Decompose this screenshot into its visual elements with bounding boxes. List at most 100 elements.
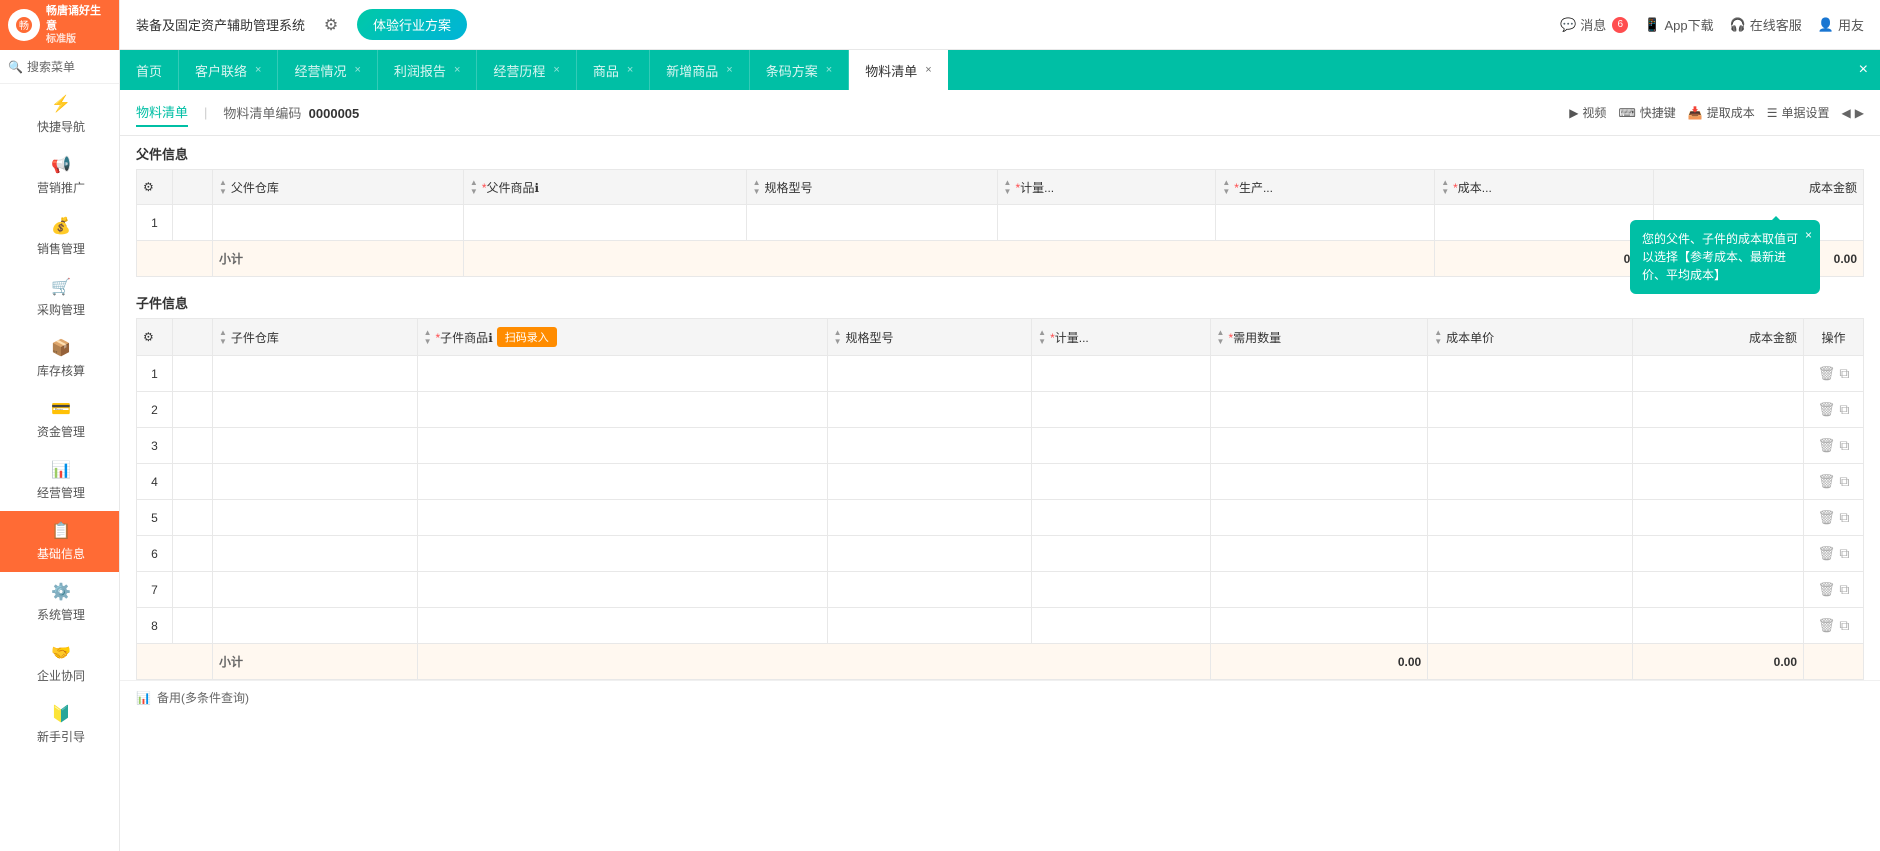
- parent-th-unit: ▲▼*计量...: [997, 170, 1216, 205]
- tab-history-close[interactable]: ×: [553, 64, 559, 76]
- settings-icon[interactable]: ⚙: [317, 11, 345, 39]
- hotkey-action[interactable]: ⌨ 快捷键: [1618, 104, 1675, 121]
- prev-icon[interactable]: ◀: [1842, 106, 1851, 120]
- copy-icon[interactable]: ⧉: [1839, 617, 1849, 634]
- message-icon: 💬: [1560, 17, 1576, 33]
- sidebar-item-guide[interactable]: 🔰 新手引导: [0, 694, 119, 755]
- sidebar-item-finance[interactable]: 💳 资金管理: [0, 389, 119, 450]
- tab-bom[interactable]: 物料清单 ×: [849, 50, 947, 90]
- doc-settings-action[interactable]: ☰ 单据设置: [1767, 104, 1830, 121]
- parent-th-cost: ▲▼*成本...: [1435, 170, 1654, 205]
- app-logo: 畅 畅唐诵好生意 标准版: [0, 0, 119, 50]
- child-th-goods: ▲▼ *子件商品ℹ 扫码录入: [417, 319, 827, 356]
- delete-icon[interactable]: 🗑: [1818, 401, 1836, 418]
- sidebar-item-purchase[interactable]: 🛒 采购管理: [0, 267, 119, 328]
- page-tab-bom-list[interactable]: 物料清单: [136, 98, 188, 127]
- video-action[interactable]: ▶ 视频: [1569, 104, 1606, 121]
- tab-goods-close[interactable]: ×: [627, 64, 633, 76]
- parent-subtotal-row: 小计 0.00 0.00: [137, 241, 1864, 277]
- sidebar-item-inventory[interactable]: 📦 库存核算: [0, 328, 119, 389]
- copy-icon[interactable]: ⧉: [1839, 473, 1849, 490]
- inventory-icon: 📦: [51, 338, 71, 358]
- parent-th-num: [173, 170, 213, 205]
- tab-customer[interactable]: 客户联络 ×: [179, 50, 278, 90]
- sidebar-item-enterprise[interactable]: 🤝 企业协同: [0, 633, 119, 694]
- tab-history[interactable]: 经营历程 ×: [477, 50, 576, 90]
- service-icon: 🎧: [1730, 17, 1746, 33]
- logo-icon: 畅: [8, 9, 40, 41]
- child-th-amount: 成本金额: [1632, 319, 1803, 356]
- tab-goods[interactable]: 商品 ×: [577, 50, 650, 90]
- tabbar: 首页 客户联络 × 经营情况 × 利润报告 × 经营历程 × 商品 × 新增商品…: [120, 50, 1880, 90]
- delete-icon[interactable]: 🗑: [1818, 617, 1836, 634]
- parent-th-settings[interactable]: ⚙: [137, 170, 173, 205]
- sidebar-item-quick-nav[interactable]: ⚡ 快捷导航: [0, 84, 119, 145]
- online-service-action[interactable]: 🎧 在线客服: [1730, 15, 1802, 34]
- system-title: 装备及固定资产辅助管理系统: [136, 15, 305, 34]
- copy-icon[interactable]: ⧉: [1839, 509, 1849, 526]
- parent-section: 父件信息 ⚙ ▲▼父件仓库 ▲▼*父件商品ℹ: [120, 136, 1880, 277]
- parent-th-goods: ▲▼*父件商品ℹ: [463, 170, 746, 205]
- next-icon[interactable]: ▶: [1855, 106, 1864, 120]
- quick-nav-icon: ⚡: [51, 94, 71, 114]
- child-th-warehouse: ▲▼子件仓库: [213, 319, 418, 356]
- tab-bom-close[interactable]: ×: [925, 64, 931, 76]
- sidebar-item-basic-info[interactable]: 📋 基础信息: [0, 511, 119, 572]
- app-download-action[interactable]: 📱 App下载: [1644, 15, 1713, 34]
- tab-profit-close[interactable]: ×: [454, 64, 460, 76]
- delete-icon[interactable]: 🗑: [1818, 545, 1836, 562]
- system-icon: ⚙️: [51, 582, 71, 602]
- message-action[interactable]: 💬 消息 6: [1560, 15, 1628, 34]
- copy-icon[interactable]: ⧉: [1839, 437, 1849, 454]
- tab-profit[interactable]: 利润报告 ×: [378, 50, 477, 90]
- basic-info-icon: 📋: [51, 521, 71, 541]
- search-menu[interactable]: 🔍 搜索菜单: [0, 50, 119, 84]
- svg-text:畅: 畅: [19, 19, 29, 32]
- child-section-title: 子件信息: [136, 293, 1864, 312]
- tab-customer-close[interactable]: ×: [255, 64, 261, 76]
- trial-button[interactable]: 体验行业方案: [357, 9, 467, 40]
- delete-icon[interactable]: 🗑: [1818, 437, 1836, 454]
- tab-new-goods-close[interactable]: ×: [726, 64, 732, 76]
- copy-icon[interactable]: ⧉: [1839, 581, 1849, 598]
- copy-icon[interactable]: ⧉: [1839, 401, 1849, 418]
- user-action[interactable]: 👤 用友: [1818, 15, 1864, 34]
- sales-icon: 💰: [51, 216, 71, 236]
- tab-operations-close[interactable]: ×: [354, 64, 360, 76]
- tab-barcode-close[interactable]: ×: [826, 64, 832, 76]
- page-bottom: 📊 备用(多条件查询): [120, 680, 1880, 714]
- delete-icon[interactable]: 🗑: [1818, 365, 1836, 382]
- parent-th-spec: ▲▼规格型号: [746, 170, 997, 205]
- operations-icon: 📊: [51, 460, 71, 480]
- tabbar-close-all[interactable]: ×: [1847, 61, 1880, 79]
- marketing-icon: 📢: [51, 155, 71, 175]
- child-th-cost-price: ▲▼成本单价: [1428, 319, 1633, 356]
- delete-icon[interactable]: 🗑: [1818, 581, 1836, 598]
- sidebar-item-sales[interactable]: 💰 销售管理: [0, 206, 119, 267]
- child-table: ⚙ ▲▼子件仓库 ▲▼ *子件商品ℹ 扫码录入: [136, 318, 1864, 680]
- sidebar-item-operations[interactable]: 📊 经营管理: [0, 450, 119, 511]
- tab-new-goods[interactable]: 新增商品 ×: [650, 50, 749, 90]
- scan-button[interactable]: 扫码录入: [497, 327, 557, 347]
- sidebar-item-system[interactable]: ⚙️ 系统管理: [0, 572, 119, 633]
- cost-tooltip: × 您的父件、子件的成本取值可以选择【参考成本、最新进价、平均成本】: [1630, 220, 1820, 294]
- tooltip-close[interactable]: ×: [1805, 226, 1812, 244]
- delete-icon[interactable]: 🗑: [1818, 509, 1836, 526]
- page: 物料清单 | 物料清单编码 0000005 ▶ 视频 ⌨ 快捷键: [120, 90, 1880, 851]
- delete-icon[interactable]: 🗑: [1818, 473, 1836, 490]
- parent-th-warehouse: ▲▼父件仓库: [213, 170, 464, 205]
- child-th-qty: ▲▼*需用数量: [1210, 319, 1428, 356]
- tab-home[interactable]: 首页: [120, 50, 179, 90]
- table-row: 4 🗑 ⧉: [137, 464, 1864, 500]
- guide-icon: 🔰: [51, 704, 71, 724]
- copy-icon[interactable]: ⧉: [1839, 545, 1849, 562]
- tab-barcode[interactable]: 条码方案 ×: [750, 50, 849, 90]
- parent-th-amount: 成本金额: [1654, 170, 1864, 205]
- child-th-action: 操作: [1804, 319, 1864, 356]
- cost-action[interactable]: 📥 提取成本: [1688, 104, 1755, 121]
- table-row: 8 🗑 ⧉: [137, 608, 1864, 644]
- copy-icon[interactable]: ⧉: [1839, 365, 1849, 382]
- child-th-settings[interactable]: ⚙: [137, 319, 173, 356]
- tab-operations[interactable]: 经营情况 ×: [278, 50, 377, 90]
- sidebar-item-marketing[interactable]: 📢 营销推广: [0, 145, 119, 206]
